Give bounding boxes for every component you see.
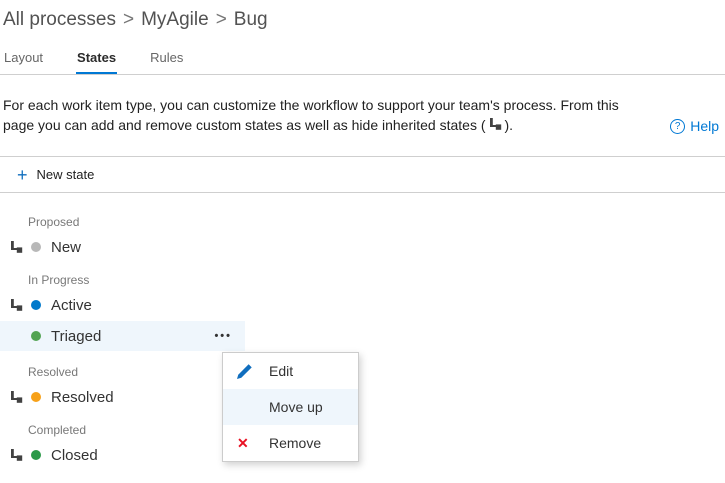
description-line1: For each work item type, you can customi… [3,97,619,113]
tab-layout[interactable]: Layout [3,46,44,74]
state-color-dot [31,450,41,460]
menu-item-label: Remove [269,435,322,451]
help-circle-icon: ? [670,118,686,134]
state-category-proposed: Proposed [28,215,80,229]
state-category-completed: Completed [28,423,87,437]
row-context-menu-button[interactable]: ••• [214,330,245,342]
menu-item-edit[interactable]: Edit [223,353,358,389]
tab-states[interactable]: States [76,46,118,74]
breadcrumb-separator: > [123,9,135,30]
inherited-icon [10,298,23,312]
pencil-icon [237,363,257,379]
state-row-active[interactable]: Active [0,293,245,317]
states-list: Proposed New In Progress Active Triaged … [0,193,725,467]
state-color-dot [31,242,41,252]
state-name: Active [51,296,92,314]
state-name: Closed [51,446,98,464]
description-line2-end: ). [504,117,514,133]
state-category-resolved: Resolved [28,365,79,379]
tab-bar: Layout States Rules [3,46,725,74]
new-state-label: New state [36,167,95,182]
plus-icon: + [17,164,28,185]
inherited-icon [10,240,23,254]
state-name: Resolved [51,388,114,406]
menu-item-label: Edit [269,363,294,379]
breadcrumb-myagile[interactable]: MyAgile [141,9,209,30]
breadcrumb-separator: > [215,9,227,30]
breadcrumb-all-processes[interactable]: All processes [3,9,116,30]
state-color-dot [31,392,41,402]
context-menu: Edit Move up ✕ Remove [222,352,359,462]
new-state-button[interactable]: + New state [0,157,725,192]
help-link[interactable]: ? Help [670,118,719,134]
description-row: For each work item type, you can customi… [0,75,725,135]
state-color-dot [31,331,41,341]
state-row-resolved[interactable]: Resolved [0,385,245,409]
remove-x-icon: ✕ [237,434,249,451]
menu-item-remove[interactable]: ✕ Remove [223,425,358,461]
state-row-triaged[interactable]: Triaged ••• [0,321,245,351]
menu-item-label: Move up [269,399,323,415]
breadcrumb: All processes > MyAgile > Bug [0,0,725,31]
inherited-state-icon [489,116,502,130]
state-category-in-progress: In Progress [28,273,90,287]
tab-rules[interactable]: Rules [149,46,184,74]
page-description: For each work item type, you can customi… [3,95,653,135]
state-row-new[interactable]: New [0,235,245,259]
inherited-icon [10,448,23,462]
breadcrumb-bug[interactable]: Bug [234,9,268,30]
inherited-icon [10,390,23,404]
state-color-dot [31,300,41,310]
description-line2: page you can add and remove custom state… [3,117,486,133]
help-label: Help [690,118,719,134]
state-name: Triaged [51,327,102,345]
state-name: New [51,238,82,256]
menu-item-move-up[interactable]: Move up [223,389,358,425]
state-row-closed[interactable]: Closed [0,443,245,467]
